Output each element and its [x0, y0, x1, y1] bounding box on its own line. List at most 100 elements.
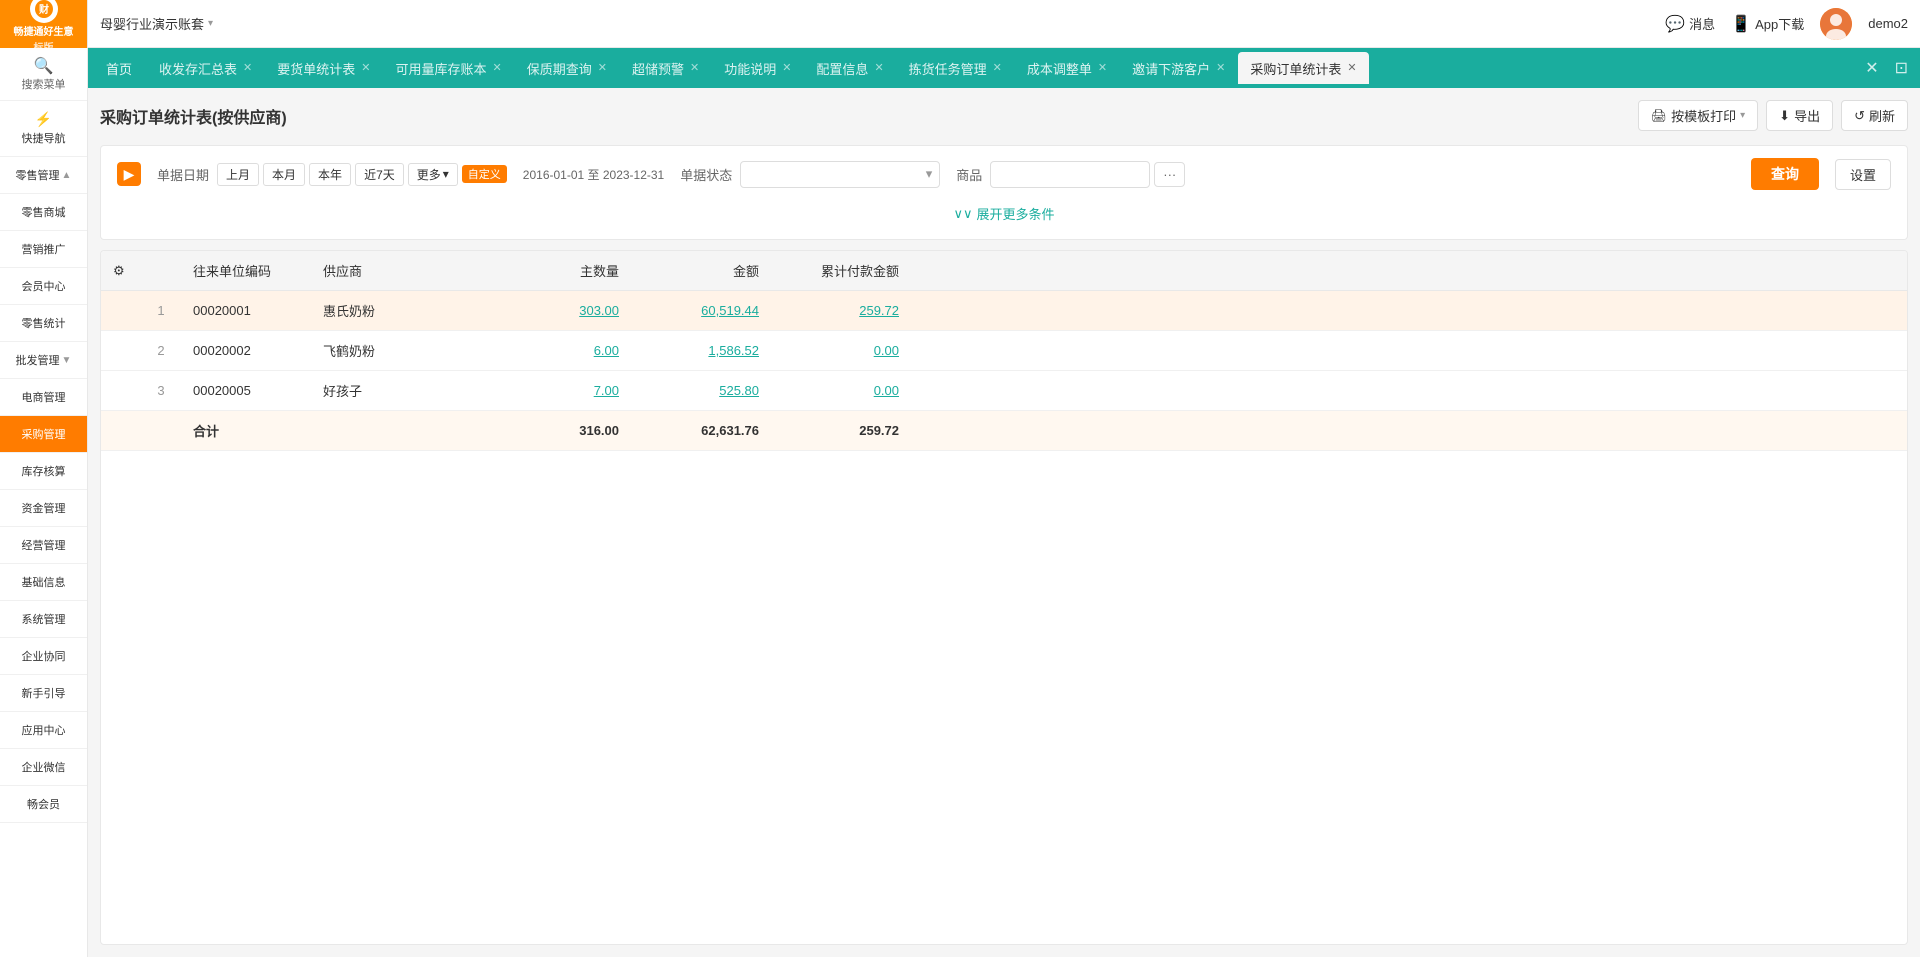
sidebar-item-app-center[interactable]: 应用中心: [0, 712, 87, 749]
sidebar-item-enterprise-collab[interactable]: 企业协同: [0, 638, 87, 675]
close-tab-icon[interactable]: ✕: [993, 63, 1002, 74]
sidebar-item-marketing[interactable]: 营销推广: [0, 231, 87, 268]
shortcut-this-year[interactable]: 本年: [309, 163, 351, 186]
row-seq: 3: [141, 371, 181, 411]
tab-home[interactable]: 首页: [92, 52, 146, 84]
status-filter-label: 单据状态: [680, 165, 732, 184]
status-select[interactable]: [740, 161, 940, 188]
table-header-row: ⚙ 往来单位编码 供应商 主数量 金额: [101, 251, 1907, 291]
footer-label: 合计: [181, 411, 511, 451]
status-select-wrapper: [740, 161, 940, 188]
tab-overstock-warning[interactable]: 超储预警 ✕: [620, 52, 711, 84]
sidebar-item-system-mgmt[interactable]: 系统管理: [0, 601, 87, 638]
th-qty: 主数量: [511, 251, 631, 291]
tab-order-summary[interactable]: 要货单统计表 ✕: [265, 52, 382, 84]
setting-button[interactable]: 设置: [1835, 159, 1891, 190]
user-avatar[interactable]: [1820, 8, 1852, 40]
filter-date-group: 单据日期 上月 本月 本年 近7天 更多▾ 自定义: [157, 163, 507, 186]
close-tab-icon[interactable]: ✕: [361, 63, 370, 74]
tab-available-stock[interactable]: 可用量库存账本 ✕: [383, 52, 513, 84]
tab-purchase-order-summary[interactable]: 采购订单统计表 ✕: [1238, 52, 1368, 84]
row-qty[interactable]: 7.00: [511, 371, 631, 411]
expand-tabs-btn[interactable]: ⊡: [1891, 56, 1912, 80]
tab-cost-adjust[interactable]: 成本调整单 ✕: [1015, 52, 1119, 84]
goods-input[interactable]: [990, 161, 1150, 188]
tab-receive-summary[interactable]: 收发存汇总表 ✕: [147, 52, 264, 84]
th-paid: 累计付款金额: [771, 251, 911, 291]
nav-tabs: 首页 收发存汇总表 ✕ 要货单统计表 ✕ 可用量库存账本 ✕ 保质期查询 ✕ 超…: [88, 48, 1920, 88]
close-tab-icon[interactable]: ✕: [243, 63, 252, 74]
close-tab-icon[interactable]: ✕: [598, 63, 607, 74]
close-tab-icon[interactable]: ✕: [1098, 63, 1107, 74]
row-seq: 1: [141, 291, 181, 331]
sidebar-item-vip-member[interactable]: 畅会员: [0, 786, 87, 823]
tab-warranty-query[interactable]: 保质期查询 ✕: [515, 52, 619, 84]
row-amount[interactable]: 525.80: [631, 371, 771, 411]
shortcut-7days[interactable]: 近7天: [355, 163, 404, 186]
sidebar-item-new-guide[interactable]: 新手引导: [0, 675, 87, 712]
goods-more-btn[interactable]: ···: [1154, 162, 1185, 187]
th-settings[interactable]: ⚙: [101, 251, 141, 291]
sidebar-item-enterprise-wechat[interactable]: 企业微信: [0, 749, 87, 786]
sidebar-item-quick-nav[interactable]: ⚡ 快捷导航: [0, 101, 87, 157]
date-custom-badge: 自定义: [462, 165, 507, 183]
sidebar-item-basic-info[interactable]: 基础信息: [0, 564, 87, 601]
sidebar-item-inventory-check[interactable]: 库存核算: [0, 453, 87, 490]
th-amount: 金额: [631, 251, 771, 291]
row-amount[interactable]: 1,586.52: [631, 331, 771, 371]
sidebar-item-wholesale-mgmt[interactable]: 批发管理 ▼: [0, 342, 87, 379]
print-button[interactable]: 🖨 按模板打印 ▾: [1638, 100, 1759, 131]
close-tab-icon[interactable]: ✕: [1347, 63, 1356, 74]
row-paid[interactable]: 0.00: [771, 331, 911, 371]
tab-pick-task[interactable]: 拣货任务管理 ✕: [897, 52, 1014, 84]
sidebar-item-purchase-mgmt[interactable]: 采购管理: [0, 416, 87, 453]
page-title: 采购订单统计表(按供应商): [100, 104, 287, 128]
account-selector[interactable]: 母婴行业演示账套 ▾: [100, 14, 213, 33]
close-tab-icon[interactable]: ✕: [874, 63, 883, 74]
export-button[interactable]: ⬇ 导出: [1766, 100, 1833, 131]
tab-config-info[interactable]: 配置信息 ✕: [804, 52, 895, 84]
close-all-tabs-btn[interactable]: ✕: [1861, 56, 1882, 80]
close-tab-icon[interactable]: ✕: [782, 63, 791, 74]
message-btn[interactable]: 💬 消息: [1665, 14, 1715, 34]
sidebar-item-member-center[interactable]: 会员中心: [0, 268, 87, 305]
row-paid[interactable]: 259.72: [771, 291, 911, 331]
row-paid[interactable]: 0.00: [771, 371, 911, 411]
sidebar-item-ops-mgmt[interactable]: 经营管理: [0, 527, 87, 564]
tab-invite-downstream[interactable]: 邀请下游客户 ✕: [1120, 52, 1237, 84]
nav-tabs-end: ✕ ⊡: [1861, 56, 1916, 80]
row-amount[interactable]: 60,519.44: [631, 291, 771, 331]
expand-more-btn[interactable]: ∨∨ 展开更多条件: [117, 200, 1891, 227]
refresh-button[interactable]: ↺ 刷新: [1841, 100, 1908, 131]
user-name: demo2: [1868, 16, 1908, 31]
column-settings-icon[interactable]: ⚙: [113, 263, 125, 278]
th-code: 往来单位编码: [181, 251, 311, 291]
sidebar-item-retail-mall[interactable]: 零售商城: [0, 194, 87, 231]
query-button[interactable]: 查询: [1751, 158, 1819, 190]
table-row: 1 00020001 惠氏奶粉 303.00 60,519.44 259.72: [101, 291, 1907, 331]
close-tab-icon[interactable]: ✕: [493, 63, 502, 74]
sidebar-item-ecommerce-mgmt[interactable]: 电商管理: [0, 379, 87, 416]
sidebar-item-search[interactable]: 🔍 搜索菜单: [0, 48, 87, 101]
close-tab-icon[interactable]: ✕: [690, 63, 699, 74]
message-icon: 💬: [1665, 14, 1685, 34]
row-seq: 2: [141, 331, 181, 371]
sidebar-item-finance-mgmt[interactable]: 资金管理: [0, 490, 87, 527]
tab-function-desc[interactable]: 功能说明 ✕: [712, 52, 803, 84]
row-qty[interactable]: 303.00: [511, 291, 631, 331]
shortcut-this-month[interactable]: 本月: [263, 163, 305, 186]
table-row: 3 00020005 好孩子 7.00 525.80 0.00: [101, 371, 1907, 411]
table-footer-row: 合计 316.00 62,631.76 259.72: [101, 411, 1907, 451]
shortcut-last-month[interactable]: 上月: [217, 163, 259, 186]
sidebar-item-retail-mgmt[interactable]: 零售管理 ▲: [0, 157, 87, 194]
refresh-icon: ↺: [1854, 108, 1865, 124]
close-tab-icon[interactable]: ✕: [1216, 63, 1225, 74]
app-download-btn[interactable]: 📱 App下载: [1731, 14, 1804, 34]
print-icon: 🖨: [1651, 108, 1668, 124]
filter-toggle-btn[interactable]: ▶: [117, 162, 141, 186]
row-qty[interactable]: 6.00: [511, 331, 631, 371]
chevron-down-icon: ▾: [443, 167, 449, 181]
sidebar-item-retail-stats[interactable]: 零售统计: [0, 305, 87, 342]
date-shortcuts: 上月 本月 本年 近7天 更多▾ 自定义: [217, 163, 507, 186]
shortcut-more[interactable]: 更多▾: [408, 163, 458, 186]
